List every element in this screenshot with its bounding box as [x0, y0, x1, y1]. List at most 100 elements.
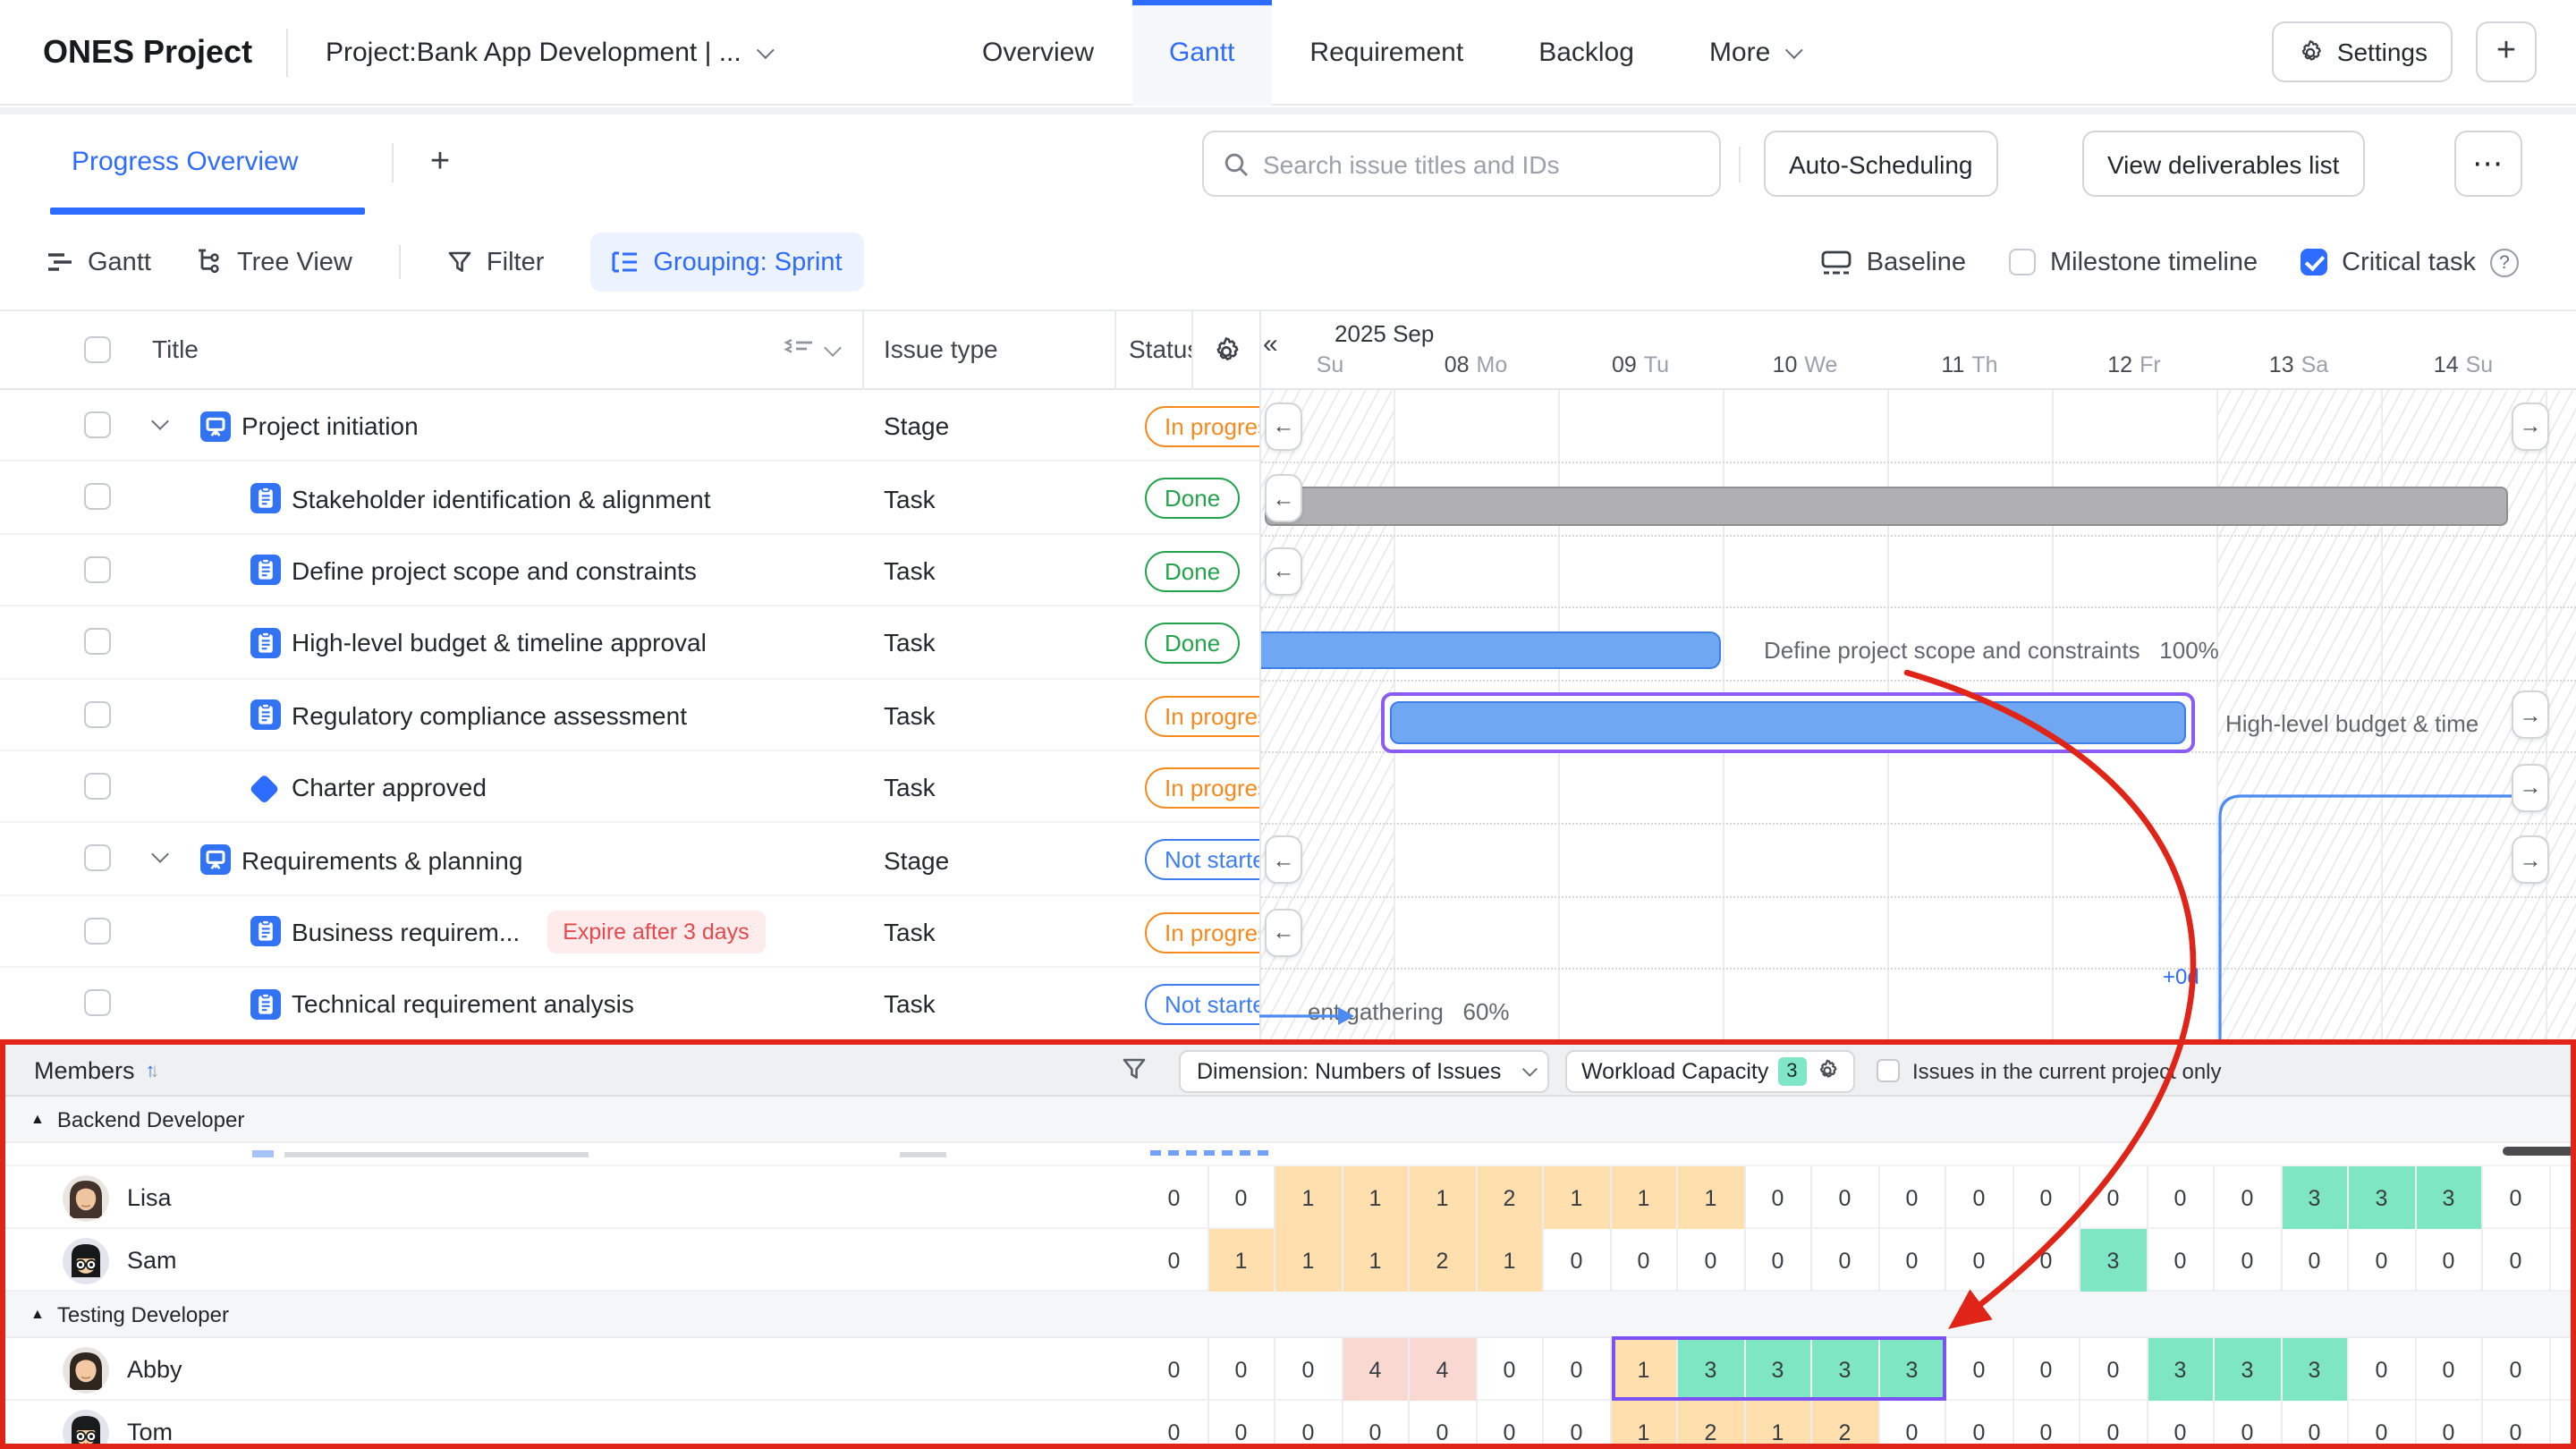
- table-row[interactable]: Requirements & planning Stage Not started: [0, 823, 1259, 896]
- workload-cell[interactable]: 0: [2013, 1229, 2080, 1292]
- workload-cell[interactable]: 3: [2416, 1166, 2483, 1229]
- workload-cell[interactable]: 1: [1343, 1166, 1410, 1229]
- workload-cell[interactable]: 0: [1946, 1166, 2013, 1229]
- table-row[interactable]: Project initiation Stage In progress: [0, 390, 1259, 462]
- workload-cell[interactable]: 0: [2148, 1229, 2215, 1292]
- issue-title[interactable]: Define project scope and constraints: [292, 556, 697, 585]
- issue-title[interactable]: High-level budget & timeline approval: [292, 629, 707, 657]
- workload-cell[interactable]: 0: [2148, 1401, 2215, 1444]
- table-row[interactable]: Stakeholder identification & alignment Ta…: [0, 462, 1259, 535]
- issue-title[interactable]: Stakeholder identification & alignment: [292, 484, 711, 513]
- nav-tab-backlog[interactable]: Backlog: [1501, 0, 1672, 106]
- row-checkbox[interactable]: [84, 773, 111, 800]
- column-settings-gear-icon[interactable]: [1211, 336, 1241, 367]
- status-badge[interactable]: Done: [1145, 478, 1241, 520]
- issue-title[interactable]: Technical requirement analysis: [292, 990, 634, 1019]
- auto-scheduling-button[interactable]: Auto-Scheduling: [1764, 131, 1998, 197]
- avatar[interactable]: [63, 1174, 109, 1221]
- nav-tab-requirement[interactable]: Requirement: [1272, 0, 1501, 106]
- workload-cell[interactable]: 1: [1410, 1166, 1477, 1229]
- workload-cell[interactable]: 0: [1745, 1166, 1812, 1229]
- workload-cell[interactable]: 0: [1208, 1166, 1275, 1229]
- row-checkbox[interactable]: [84, 989, 111, 1017]
- column-issue-type[interactable]: Issue type: [884, 335, 998, 363]
- filter-button[interactable]: Filter: [447, 248, 544, 276]
- nav-tab-more[interactable]: More: [1672, 0, 1835, 106]
- avatar[interactable]: [63, 1237, 109, 1284]
- workload-cell[interactable]: 2: [1678, 1401, 1745, 1444]
- add-view-tab-button[interactable]: +: [415, 138, 465, 188]
- workload-cell[interactable]: 0: [2282, 1401, 2349, 1444]
- member-row[interactable]: Lisa 0 0 1 1 1 2 1 1 1 0 0 0 0 0 0 0 0 3 3 3 0: [5, 1166, 2571, 1229]
- issue-title[interactable]: Requirements & planning: [242, 845, 522, 874]
- table-row[interactable]: Define project scope and constraints Task…: [0, 534, 1259, 607]
- member-group-header[interactable]: ▲ Backend Developer: [5, 1097, 2571, 1143]
- workload-cell[interactable]: 0: [1343, 1401, 1410, 1444]
- workload-cell[interactable]: 0: [1745, 1229, 1812, 1292]
- workload-cell[interactable]: 2: [1812, 1401, 1879, 1444]
- status-badge[interactable]: In progress: [1145, 767, 1259, 809]
- critical-checkbox[interactable]: [2301, 249, 2328, 275]
- capacity-gear-icon[interactable]: [1815, 1059, 1838, 1082]
- workload-cell[interactable]: 0: [1477, 1338, 1544, 1401]
- scroll-to-bar-right-button[interactable]: →: [2512, 763, 2549, 812]
- workload-cell[interactable]: 0: [1678, 1229, 1745, 1292]
- status-badge[interactable]: Not started: [1145, 839, 1259, 881]
- workload-cell[interactable]: 0: [1879, 1401, 1946, 1444]
- status-badge[interactable]: In progress: [1145, 695, 1259, 737]
- workload-cell[interactable]: 0: [1141, 1401, 1208, 1444]
- row-checkbox[interactable]: [84, 700, 111, 728]
- workload-cell[interactable]: 0: [2215, 1401, 2282, 1444]
- members-filter-icon[interactable]: [1122, 1057, 1147, 1082]
- workload-cell[interactable]: 0: [2148, 1166, 2215, 1229]
- workload-cell[interactable]: 4: [1410, 1338, 1477, 1401]
- tab-progress-overview[interactable]: Progress Overview: [72, 114, 298, 208]
- workload-cell[interactable]: 0: [1208, 1338, 1275, 1401]
- table-row[interactable]: Business requirem... Expire after 3 days T…: [0, 895, 1259, 969]
- table-row[interactable]: Charter approved Task In progress: [0, 751, 1259, 824]
- more-actions-button[interactable]: ⋯: [2454, 131, 2522, 197]
- milestone-checkbox[interactable]: [2009, 249, 2036, 275]
- help-icon[interactable]: ?: [2490, 248, 2519, 276]
- workload-cell[interactable]: 0: [2080, 1401, 2148, 1444]
- workload-cell[interactable]: 0: [2215, 1166, 2282, 1229]
- member-row[interactable]: Tom 0 0 0 0 0 0 0 1 2 1 2 0 0 0 0 0 0 0 0 0 0: [5, 1401, 2571, 1444]
- workload-cell[interactable]: 0: [2349, 1229, 2416, 1292]
- workload-cell[interactable]: 0: [1879, 1166, 1946, 1229]
- workload-cell[interactable]: 0: [1275, 1338, 1343, 1401]
- gantt-view-switch[interactable]: Gantt: [47, 248, 151, 276]
- workload-cell[interactable]: 0: [2080, 1166, 2148, 1229]
- collapse-table-icon[interactable]: «: [1263, 329, 1278, 360]
- workload-cell[interactable]: 1: [1611, 1401, 1678, 1444]
- workload-cell[interactable]: 0: [1544, 1338, 1611, 1401]
- workload-cell[interactable]: 3: [1745, 1338, 1812, 1401]
- app-logo[interactable]: ONES Project: [43, 0, 252, 106]
- row-checkbox[interactable]: [84, 917, 111, 945]
- expand-chevron-icon[interactable]: [151, 412, 169, 430]
- workload-cell[interactable]: 2: [1410, 1229, 1477, 1292]
- workload-cell[interactable]: 0: [2013, 1401, 2080, 1444]
- workload-cell[interactable]: 0: [2483, 1166, 2550, 1229]
- workload-cell[interactable]: 3: [2080, 1229, 2148, 1292]
- workload-cell[interactable]: 0: [1208, 1401, 1275, 1444]
- workload-cell[interactable]: 0: [1946, 1401, 2013, 1444]
- status-badge[interactable]: Not started: [1145, 984, 1259, 1026]
- workload-cell[interactable]: 0: [2483, 1229, 2550, 1292]
- scroll-to-bar-left-button[interactable]: ←: [1265, 474, 1302, 523]
- workload-cell[interactable]: 0: [2215, 1229, 2282, 1292]
- workload-cell[interactable]: 1: [1275, 1166, 1343, 1229]
- table-row[interactable]: Regulatory compliance assessment Task In p…: [0, 679, 1259, 751]
- workload-cell[interactable]: 4: [1343, 1338, 1410, 1401]
- workload-cell[interactable]: 1: [1544, 1166, 1611, 1229]
- members-title[interactable]: Members ↑↓: [34, 1045, 159, 1097]
- chevron-down-icon[interactable]: [824, 339, 842, 357]
- critical-task-toggle[interactable]: Critical task ?: [2301, 248, 2519, 276]
- nav-tab-overview[interactable]: Overview: [945, 0, 1131, 106]
- workload-cell[interactable]: 0: [1141, 1338, 1208, 1401]
- workload-cell[interactable]: 0: [1611, 1229, 1678, 1292]
- scroll-to-bar-left-button[interactable]: ←: [1265, 908, 1302, 956]
- workload-cell[interactable]: 1: [1611, 1166, 1678, 1229]
- scroll-to-bar-right-button[interactable]: →: [2512, 691, 2549, 740]
- select-all-checkbox[interactable]: [84, 336, 111, 363]
- column-title[interactable]: Title: [152, 335, 199, 363]
